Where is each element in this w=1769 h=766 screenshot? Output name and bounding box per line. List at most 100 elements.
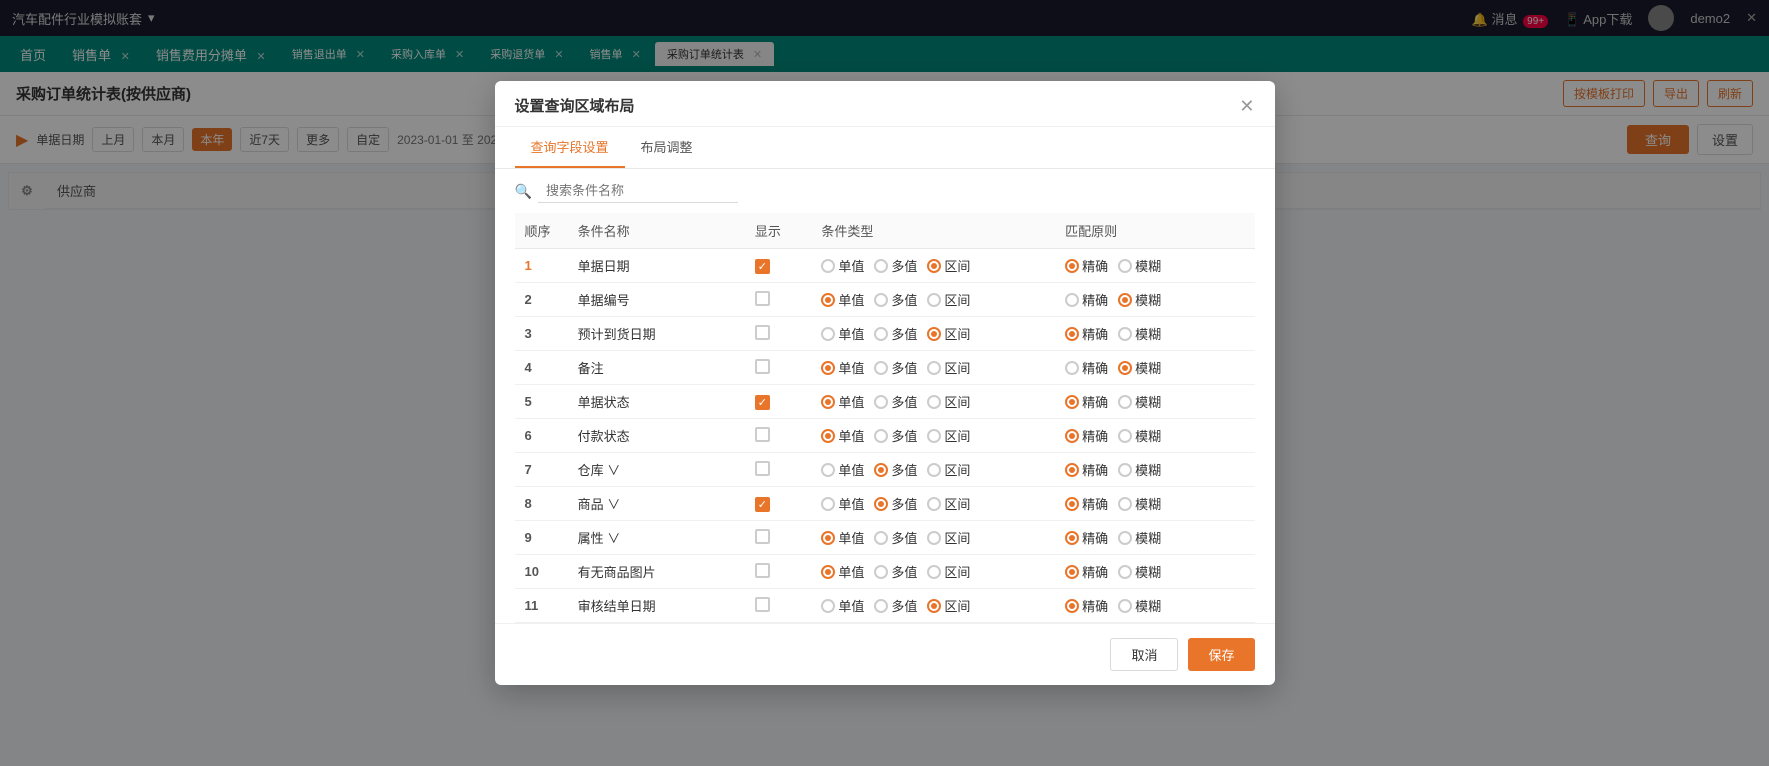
match-radio-模糊[interactable]: 模糊 (1118, 358, 1161, 377)
row-show[interactable]: ✓ (745, 487, 811, 521)
show-checkbox[interactable] (755, 427, 770, 442)
show-checkbox[interactable]: ✓ (755, 395, 770, 410)
match-radio-模糊[interactable]: 模糊 (1118, 256, 1161, 275)
match-radio-模糊[interactable]: 模糊 (1118, 290, 1161, 309)
row-order: 4 (515, 351, 568, 385)
type-radio-单值[interactable]: 单值 (821, 528, 864, 547)
row-type: 单值多值区间 (811, 453, 1055, 487)
type-radio-区间[interactable]: 区间 (927, 460, 970, 479)
search-input[interactable] (538, 179, 738, 203)
show-checkbox[interactable] (755, 529, 770, 544)
row-show[interactable] (745, 555, 811, 589)
type-radio-区间[interactable]: 区间 (927, 358, 970, 377)
type-radio-单值[interactable]: 单值 (821, 494, 864, 513)
row-order: 5 (515, 385, 568, 419)
cancel-button[interactable]: 取消 (1110, 638, 1178, 671)
type-radio-单值[interactable]: 单值 (821, 562, 864, 581)
type-radio-单值[interactable]: 单值 (821, 256, 864, 275)
row-show[interactable]: ✓ (745, 385, 811, 419)
row-show[interactable] (745, 283, 811, 317)
table-row: 7仓库 ∨单值多值区间精确模糊 (515, 453, 1255, 487)
show-checkbox[interactable]: ✓ (755, 497, 770, 512)
type-radio-多值[interactable]: 多值 (874, 528, 917, 547)
type-radio-区间[interactable]: 区间 (927, 290, 970, 309)
show-checkbox[interactable] (755, 291, 770, 306)
type-radio-多值[interactable]: 多值 (874, 290, 917, 309)
type-radio-多值[interactable]: 多值 (874, 358, 917, 377)
row-show[interactable] (745, 317, 811, 351)
dialog-close-button[interactable]: ✕ (1239, 97, 1254, 115)
show-checkbox[interactable] (755, 563, 770, 578)
match-radio-模糊[interactable]: 模糊 (1118, 528, 1161, 547)
dialog-tabs: 查询字段设置 布局调整 (495, 127, 1275, 169)
type-radio-单值[interactable]: 单值 (821, 290, 864, 309)
match-radio-模糊[interactable]: 模糊 (1118, 426, 1161, 445)
show-checkbox[interactable] (755, 597, 770, 612)
match-radio-精确[interactable]: 精确 (1065, 494, 1108, 513)
row-order: 11 (515, 589, 568, 623)
type-radio-区间[interactable]: 区间 (927, 426, 970, 445)
match-radio-模糊[interactable]: 模糊 (1118, 392, 1161, 411)
type-radio-区间[interactable]: 区间 (927, 494, 970, 513)
row-match: 精确模糊 (1055, 487, 1254, 521)
type-radio-多值[interactable]: 多值 (874, 562, 917, 581)
dialog-tab-layout[interactable]: 布局调整 (625, 127, 709, 168)
match-radio-精确[interactable]: 精确 (1065, 460, 1108, 479)
row-show[interactable] (745, 521, 811, 555)
show-checkbox[interactable] (755, 325, 770, 340)
match-radio-精确[interactable]: 精确 (1065, 256, 1108, 275)
type-radio-单值[interactable]: 单值 (821, 596, 864, 615)
type-radio-区间[interactable]: 区间 (927, 392, 970, 411)
match-radio-模糊[interactable]: 模糊 (1118, 460, 1161, 479)
show-checkbox[interactable] (755, 461, 770, 476)
row-type: 单值多值区间 (811, 487, 1055, 521)
type-radio-多值[interactable]: 多值 (874, 324, 917, 343)
row-show[interactable] (745, 419, 811, 453)
type-radio-区间[interactable]: 区间 (927, 528, 970, 547)
match-radio-精确[interactable]: 精确 (1065, 392, 1108, 411)
type-radio-多值[interactable]: 多值 (874, 256, 917, 275)
row-match: 精确模糊 (1055, 419, 1254, 453)
match-radio-模糊[interactable]: 模糊 (1118, 324, 1161, 343)
type-radio-单值[interactable]: 单值 (821, 426, 864, 445)
match-radio-精确[interactable]: 精确 (1065, 290, 1108, 309)
type-radio-多值[interactable]: 多值 (874, 596, 917, 615)
row-name: 审核结单日期 (568, 589, 745, 623)
dialog-footer: 取消 保存 (495, 623, 1275, 685)
match-radio-精确[interactable]: 精确 (1065, 426, 1108, 445)
row-name: 单据编号 (568, 283, 745, 317)
type-radio-区间[interactable]: 区间 (927, 596, 970, 615)
match-radio-精确[interactable]: 精确 (1065, 324, 1108, 343)
row-name: 单据状态 (568, 385, 745, 419)
type-radio-多值[interactable]: 多值 (874, 494, 917, 513)
match-radio-模糊[interactable]: 模糊 (1118, 494, 1161, 513)
type-radio-多值[interactable]: 多值 (874, 392, 917, 411)
match-radio-精确[interactable]: 精确 (1065, 358, 1108, 377)
type-radio-多值[interactable]: 多值 (874, 426, 917, 445)
row-show[interactable]: ✓ (745, 249, 811, 283)
row-order: 2 (515, 283, 568, 317)
match-radio-模糊[interactable]: 模糊 (1118, 562, 1161, 581)
type-radio-区间[interactable]: 区间 (927, 256, 970, 275)
row-order: 9 (515, 521, 568, 555)
type-radio-单值[interactable]: 单值 (821, 392, 864, 411)
save-button[interactable]: 保存 (1188, 638, 1254, 671)
show-checkbox[interactable] (755, 359, 770, 374)
type-radio-单值[interactable]: 单值 (821, 358, 864, 377)
row-show[interactable] (745, 453, 811, 487)
show-checkbox[interactable]: ✓ (755, 259, 770, 274)
dialog-overlay: 设置查询区域布局 ✕ 查询字段设置 布局调整 🔍 顺序 条件名称 显示 条件类型 (0, 0, 1769, 766)
type-radio-区间[interactable]: 区间 (927, 324, 970, 343)
type-radio-单值[interactable]: 单值 (821, 460, 864, 479)
match-radio-精确[interactable]: 精确 (1065, 596, 1108, 615)
type-radio-区间[interactable]: 区间 (927, 562, 970, 581)
dialog-tab-fields[interactable]: 查询字段设置 (515, 127, 625, 168)
row-type: 单值多值区间 (811, 589, 1055, 623)
type-radio-多值[interactable]: 多值 (874, 460, 917, 479)
match-radio-精确[interactable]: 精确 (1065, 562, 1108, 581)
row-show[interactable] (745, 589, 811, 623)
type-radio-单值[interactable]: 单值 (821, 324, 864, 343)
row-show[interactable] (745, 351, 811, 385)
match-radio-精确[interactable]: 精确 (1065, 528, 1108, 547)
match-radio-模糊[interactable]: 模糊 (1118, 596, 1161, 615)
